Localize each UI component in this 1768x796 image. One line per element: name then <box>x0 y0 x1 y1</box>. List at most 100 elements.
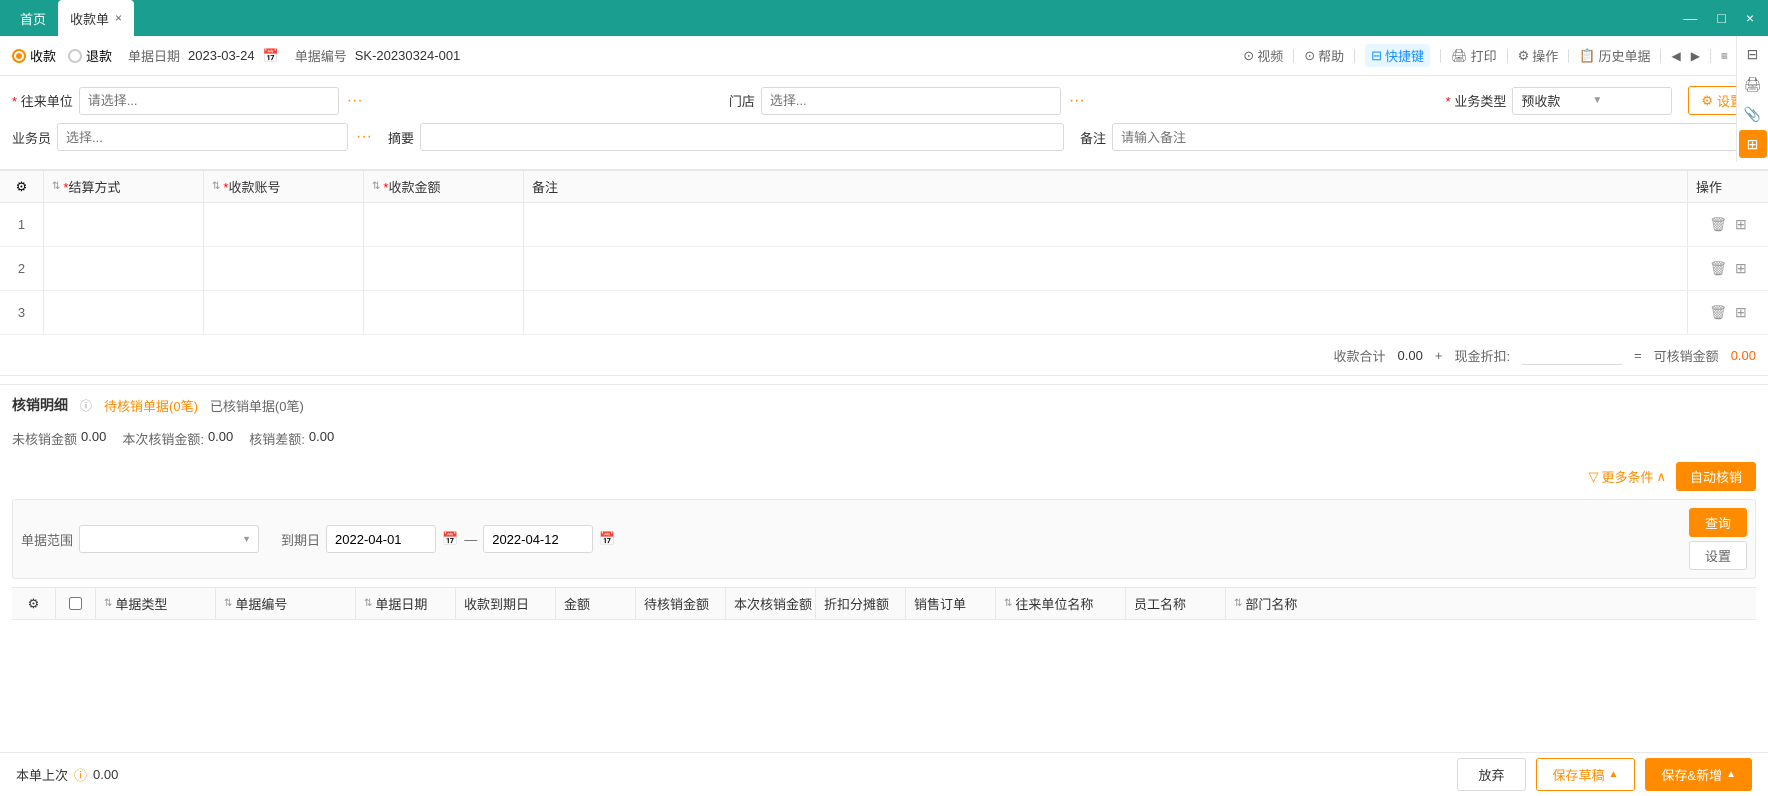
doc-date-calendar-icon[interactable]: 📅 <box>263 48 279 64</box>
date-from-calendar-icon[interactable]: 📅 <box>442 531 458 547</box>
video-circle-icon: ⊙ <box>1243 48 1254 64</box>
sidebar-form-icon[interactable]: ⊞ <box>1739 130 1767 158</box>
staff-label: 业务员 <box>12 128 51 147</box>
sidebar-clip-icon[interactable]: 📎 <box>1739 100 1767 128</box>
th-beizhu: 备注 <box>524 171 1688 202</box>
filter-icon: ▽ <box>1588 469 1598 485</box>
sort-djlx-icon[interactable]: ⇅ <box>104 598 112 609</box>
maximize-button[interactable]: □ <box>1711 8 1731 28</box>
row2-delete-icon[interactable]: 🗑 <box>1709 260 1727 277</box>
done-tab[interactable]: 已核销单据(0笔) <box>210 396 304 415</box>
receipt-table: ⚙ ⇅ *结算方式 ⇅ *收款账号 ⇅ *收款金额 备注 操作 1 <box>0 170 1768 335</box>
table-settings-icon[interactable]: ⚙ <box>0 171 44 202</box>
row2-jine[interactable] <box>364 247 524 290</box>
sort-shouzhang-icon[interactable]: ⇅ <box>212 181 220 192</box>
hexiao-info-icon[interactable]: ⓘ <box>80 397 92 414</box>
sidebar-print-icon[interactable]: 🖨 <box>1739 70 1767 98</box>
shortcut-button[interactable]: ⊟ 快捷键 <box>1365 44 1430 67</box>
row3-copy-icon[interactable]: ⊞ <box>1735 304 1747 321</box>
doc-date-field: 单据日期 2023-03-24 📅 <box>128 46 279 65</box>
row3-jiesuan[interactable] <box>44 291 204 334</box>
detail-settings-icon[interactable]: ⚙ <box>12 588 56 619</box>
row2-beizhu[interactable] <box>524 247 1688 290</box>
per-order-info-icon[interactable]: ⓘ <box>74 765 87 784</box>
dth-sddq: 收款到期日 <box>456 588 556 619</box>
form-area: * 往来单位 ··· 门店 ··· * 业务类型 预收款 ▼ <box>0 76 1768 170</box>
date-from-input[interactable] <box>326 525 436 553</box>
store-input[interactable] <box>761 87 1061 115</box>
pending-tab[interactable]: 待核销单据(0笔) <box>104 396 198 415</box>
staff-more-icon[interactable]: ··· <box>356 128 372 146</box>
row1-copy-icon[interactable]: ⊞ <box>1735 216 1747 233</box>
row1-jiesuan[interactable] <box>44 203 204 246</box>
sort-jine-icon[interactable]: ⇅ <box>372 181 380 192</box>
sort-jiesuan-icon[interactable]: ⇅ <box>52 181 60 192</box>
row2-shouzhang[interactable] <box>204 247 364 290</box>
print-button[interactable]: 🖨 打印 <box>1451 46 1497 65</box>
counterpart-more-icon[interactable]: ··· <box>347 92 363 110</box>
discount-input[interactable] <box>1522 345 1622 365</box>
date-to-calendar-icon[interactable]: 📅 <box>599 531 615 547</box>
auto-hexiao-button[interactable]: 自动核销 <box>1676 462 1756 491</box>
per-order-value: 0.00 <box>93 767 118 782</box>
receipt-radio-label: 收款 <box>30 46 56 65</box>
tab-home-label: 首页 <box>20 9 46 28</box>
nav-right-button[interactable]: ▶ <box>1691 49 1700 63</box>
list-view-button[interactable]: ≡ <box>1721 49 1728 63</box>
save-new-button[interactable]: 保存&新增 ▲ <box>1645 758 1752 791</box>
row3-jine[interactable] <box>364 291 524 334</box>
date-to-input[interactable] <box>483 525 593 553</box>
receipt-radio[interactable]: 收款 <box>12 46 56 65</box>
note-label: 备注 <box>1080 128 1106 147</box>
select-all-checkbox[interactable] <box>69 597 82 610</box>
store-more-icon[interactable]: ··· <box>1069 92 1085 110</box>
tab-receipt[interactable]: 收款单 × <box>58 0 134 36</box>
help-button[interactable]: ⊙ 帮助 <box>1304 46 1344 65</box>
counterpart-field: * 往来单位 ··· <box>12 87 713 115</box>
close-button[interactable]: × <box>1740 8 1760 28</box>
sidebar-table-icon[interactable]: ⊟ <box>1739 40 1767 68</box>
row3-beizhu[interactable] <box>524 291 1688 334</box>
row2-jiesuan[interactable] <box>44 247 204 290</box>
hexiao-title: 核销明细 <box>12 395 68 415</box>
row2-copy-icon[interactable]: ⊞ <box>1735 260 1747 277</box>
sort-lname-icon[interactable]: ⇅ <box>1004 598 1012 609</box>
counterpart-label: * 往来单位 <box>12 91 73 110</box>
nav-left-button[interactable]: ◀ <box>1671 49 1680 63</box>
tab-home[interactable]: 首页 <box>8 0 58 36</box>
row3-shouzhang[interactable] <box>204 291 364 334</box>
more-conditions-button[interactable]: ▽ 更多条件 ∧ <box>1588 467 1666 486</box>
history-button[interactable]: 📋 历史单据 <box>1579 46 1650 65</box>
divider3 <box>1440 49 1441 63</box>
summary-input[interactable] <box>420 123 1064 151</box>
video-button[interactable]: ⊙ 视频 <box>1243 46 1283 65</box>
biz-type-select[interactable]: 预收款 ▼ <box>1512 87 1672 115</box>
tab-bar: 首页 收款单 × — □ × <box>0 0 1768 36</box>
staff-input[interactable] <box>57 123 348 151</box>
row1-shouzhang[interactable] <box>204 203 364 246</box>
save-draft-button[interactable]: 保存草稿 ▲ <box>1536 758 1636 791</box>
query-button[interactable]: 查询 <box>1689 508 1747 537</box>
row1-jine[interactable] <box>364 203 524 246</box>
abandon-button[interactable]: 放弃 <box>1457 758 1525 791</box>
sort-djbh-icon[interactable]: ⇅ <box>224 598 232 609</box>
ops-button[interactable]: ⚙ 操作 <box>1518 46 1559 65</box>
ops-icon: ⚙ <box>1518 48 1530 64</box>
dth-lname: ⇅ 往来单位名称 <box>996 588 1126 619</box>
th-caozuo-label: 操作 <box>1696 177 1722 196</box>
sort-djrq-icon[interactable]: ⇅ <box>364 598 372 609</box>
detail-settings-button[interactable]: 设置 <box>1689 541 1747 570</box>
row1-beizhu[interactable] <box>524 203 1688 246</box>
per-order-label: 本单上次 <box>16 765 68 784</box>
minimize-button[interactable]: — <box>1677 8 1703 28</box>
sort-dname-icon[interactable]: ⇅ <box>1234 598 1242 609</box>
refund-radio[interactable]: 退款 <box>68 46 112 65</box>
row1-delete-icon[interactable]: 🗑 <box>1709 216 1727 233</box>
counterpart-input[interactable] <box>79 87 339 115</box>
note-input[interactable] <box>1112 123 1756 151</box>
tab-close-icon[interactable]: × <box>115 11 122 25</box>
range-select[interactable] <box>79 525 259 553</box>
row3-delete-icon[interactable]: 🗑 <box>1709 304 1727 321</box>
keyboard-icon: ⊟ <box>1371 48 1382 64</box>
unverified-label: 未核销金额 <box>12 429 77 448</box>
